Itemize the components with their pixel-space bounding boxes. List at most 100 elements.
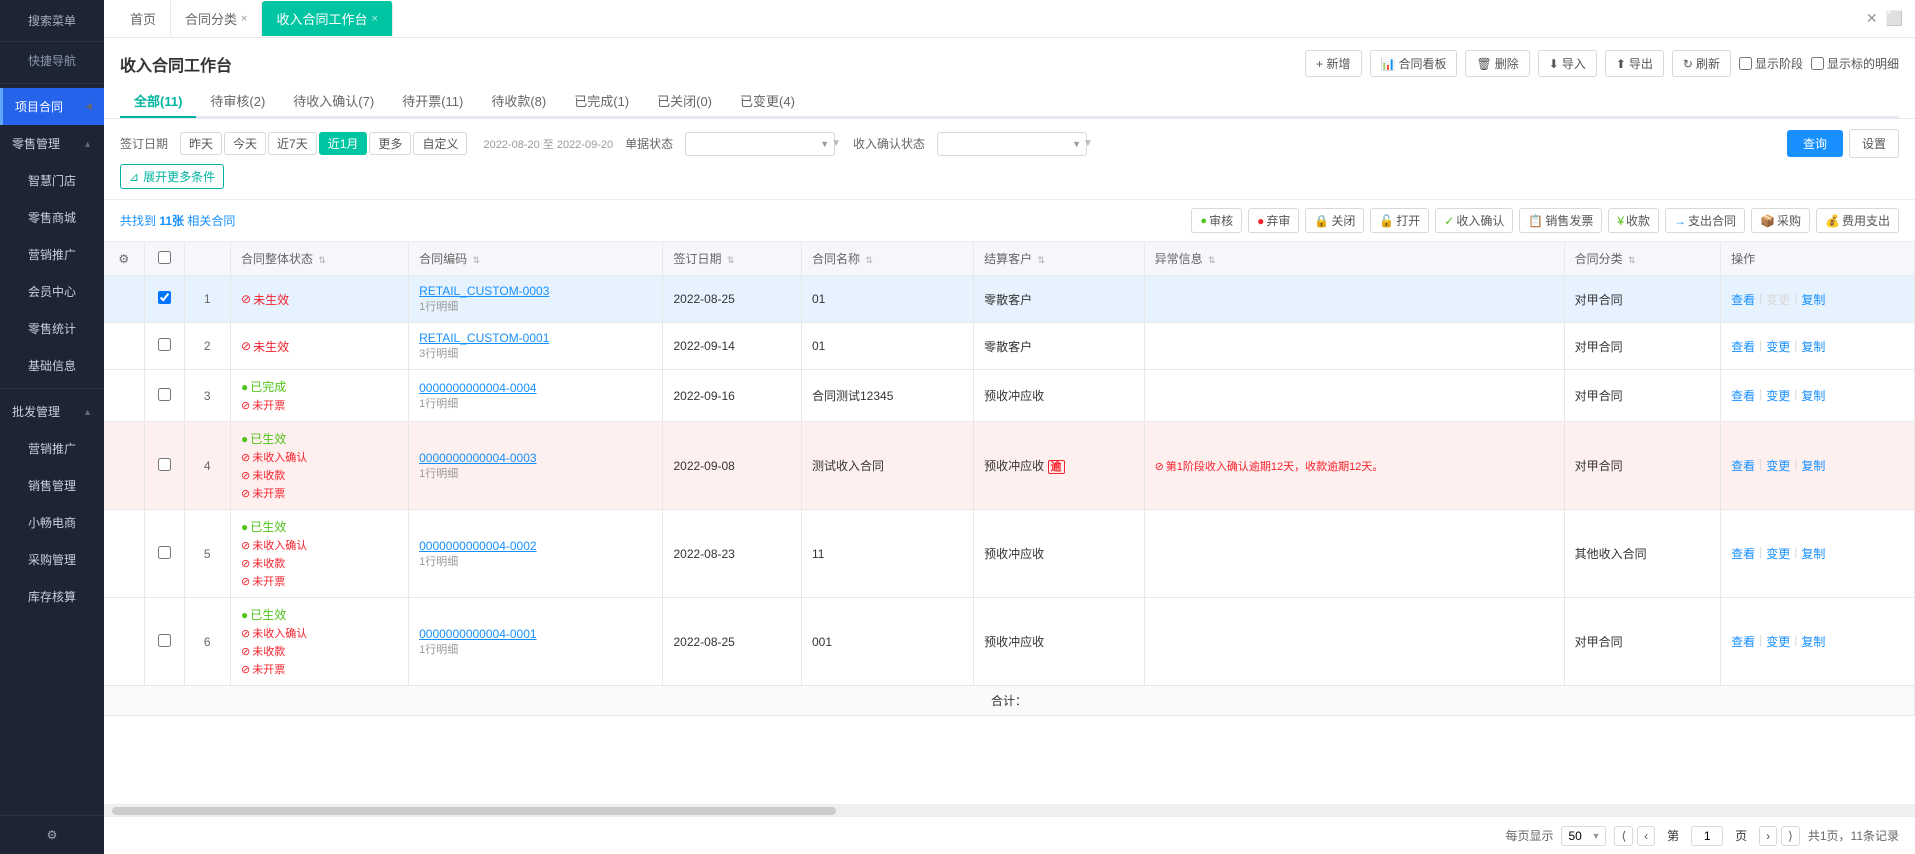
contract-link-4[interactable]: 0000000000004-0003 [419, 451, 652, 465]
purchase-button[interactable]: 📦 采购 [1751, 208, 1810, 233]
sidebar-item-inventory[interactable]: 库存核算 [0, 578, 104, 615]
sales-invoice-button[interactable]: 📋 销售发票 [1519, 208, 1602, 233]
op-view-6[interactable]: 查看 [1731, 633, 1755, 650]
status-tab-completed[interactable]: 已完成(1) [560, 85, 643, 118]
status-tab-pending-income-confirm[interactable]: 待收入确认(7) [279, 85, 388, 118]
sidebar-item-sales-promo[interactable]: 营销推广 [0, 430, 104, 467]
row-checkbox-2[interactable] [144, 323, 184, 370]
tab-home[interactable]: 首页 [116, 1, 171, 36]
status-tab-pending-payment[interactable]: 待收款(8) [477, 85, 560, 118]
col-contract-category[interactable]: 合同分类 ⇅ [1564, 242, 1720, 276]
row-checkbox-4[interactable] [144, 422, 184, 510]
sidebar-item-marketing[interactable]: 营销推广 [0, 236, 104, 273]
doc-status-select[interactable] [685, 132, 835, 156]
tab-contract-cat[interactable]: 合同分类 × [171, 1, 262, 36]
col-contract-name[interactable]: 合同名称 ⇅ [802, 242, 974, 276]
page-last-btn[interactable]: ⟩ [1781, 826, 1800, 846]
op-copy-4[interactable]: 复制 [1801, 457, 1825, 474]
date-btn-more[interactable]: 更多 [369, 132, 411, 155]
date-btn-today[interactable]: 今天 [224, 132, 266, 155]
status-tab-pending-review[interactable]: 待审核(2) [196, 85, 279, 118]
show-stage-input[interactable] [1739, 57, 1752, 70]
row-checkbox-3[interactable] [144, 370, 184, 422]
op-copy-3[interactable]: 复制 [1801, 387, 1825, 404]
op-view-3[interactable]: 查看 [1731, 387, 1755, 404]
page-first-btn[interactable]: ⟨ [1614, 826, 1633, 846]
expense-contract-button[interactable]: → 支出合同 [1665, 208, 1745, 233]
sidebar-item-retail-stats[interactable]: 零售统计 [0, 310, 104, 347]
sidebar-item-member[interactable]: 会员中心 [0, 273, 104, 310]
op-change-6[interactable]: 变更 [1766, 633, 1790, 650]
sidebar-item-retail-mall[interactable]: 零售商城 [0, 199, 104, 236]
contract-link-6[interactable]: 0000000000004-0001 [419, 627, 652, 641]
window-maximize-btn[interactable]: ⬜ [1886, 10, 1903, 27]
op-view-1[interactable]: 查看 [1731, 291, 1755, 308]
open-button[interactable]: 🔓 打开 [1370, 208, 1429, 233]
page-number-input[interactable] [1691, 826, 1723, 846]
contract-link-3[interactable]: 0000000000004-0004 [419, 381, 652, 395]
show-stage-checkbox[interactable]: 显示阶段 [1739, 55, 1803, 72]
op-view-4[interactable]: 查看 [1731, 457, 1755, 474]
op-change-3[interactable]: 变更 [1766, 387, 1790, 404]
col-contract-status[interactable]: 合同整体状态 ⇅ [231, 242, 409, 276]
page-prev-btn[interactable]: ‹ [1637, 826, 1655, 846]
op-copy-5[interactable]: 复制 [1801, 545, 1825, 562]
expense-out-button[interactable]: 💰 费用支出 [1816, 208, 1899, 233]
contract-link-5[interactable]: 0000000000004-0002 [419, 539, 652, 553]
row-checkbox-input-2[interactable] [158, 338, 171, 351]
new-button[interactable]: + 新增 [1305, 50, 1361, 77]
export-button[interactable]: ⬆ 导出 [1605, 50, 1664, 77]
sidebar-quick-nav[interactable]: 快捷导航 [0, 42, 104, 79]
expand-conditions-btn[interactable]: ⊿ 展开更多条件 [120, 164, 224, 189]
date-btn-7days[interactable]: 近7天 [268, 132, 317, 155]
op-view-2[interactable]: 查看 [1731, 338, 1755, 355]
scrollbar-thumb[interactable] [112, 807, 836, 815]
sidebar-item-purchase-mgmt[interactable]: 采购管理 [0, 541, 104, 578]
import-button[interactable]: ⬇ 导入 [1538, 50, 1597, 77]
audit-button[interactable]: ● 审核 [1191, 208, 1242, 233]
row-checkbox-input-6[interactable] [158, 634, 171, 647]
date-btn-1month[interactable]: 近1月 [319, 132, 368, 155]
row-checkbox-1[interactable] [144, 276, 184, 323]
tab-contract-cat-close[interactable]: × [241, 13, 247, 25]
sidebar-item-batch-mgmt[interactable]: 批发管理 ▲ [0, 393, 104, 430]
status-tab-all[interactable]: 全部(11) [120, 85, 196, 118]
col-checkbox[interactable] [144, 242, 184, 276]
sidebar-item-smart-store[interactable]: 智慧门店 [0, 162, 104, 199]
collect-button[interactable]: ¥ 收款 [1608, 208, 1659, 233]
status-tab-changed[interactable]: 已变更(4) [726, 85, 809, 118]
contract-link-2[interactable]: RETAIL_CUSTOM-0001 [419, 331, 652, 345]
tab-income-workbench[interactable]: 收入合同工作台 × [262, 1, 392, 36]
tab-income-workbench-close[interactable]: × [371, 13, 377, 25]
window-close-btn[interactable]: ✕ [1866, 10, 1878, 27]
col-settlement-customer[interactable]: 结算客户 ⇅ [974, 242, 1144, 276]
abandon-button[interactable]: ● 弃审 [1248, 208, 1299, 233]
op-copy-1[interactable]: 复制 [1801, 291, 1825, 308]
row-checkbox-input-3[interactable] [158, 388, 171, 401]
row-checkbox-input-4[interactable] [158, 458, 171, 471]
filter-settings-button[interactable]: 设置 [1849, 129, 1899, 158]
op-copy-2[interactable]: 复制 [1801, 338, 1825, 355]
query-button[interactable]: 查询 [1787, 130, 1843, 157]
page-next-btn[interactable]: › [1759, 826, 1777, 846]
op-change-5[interactable]: 变更 [1766, 545, 1790, 562]
sidebar-item-retail-mgmt[interactable]: 零售管理 ▲ [0, 125, 104, 162]
row-checkbox-5[interactable] [144, 510, 184, 598]
col-contract-code[interactable]: 合同编码 ⇅ [409, 242, 663, 276]
sidebar-item-sales-mgmt[interactable]: 销售管理 [0, 467, 104, 504]
status-tab-pending-invoice[interactable]: 待开票(11) [388, 85, 477, 118]
col-abnormal-info[interactable]: 异常信息 ⇅ [1144, 242, 1564, 276]
select-all-checkbox[interactable] [158, 251, 171, 264]
sidebar-settings[interactable]: ⚙ [0, 815, 104, 854]
op-view-5[interactable]: 查看 [1731, 545, 1755, 562]
show-detail-checkbox[interactable]: 显示标的明细 [1811, 55, 1899, 72]
refresh-button[interactable]: ↻ 刷新 [1672, 50, 1731, 77]
op-change-4[interactable]: 变更 [1766, 457, 1790, 474]
horizontal-scrollbar[interactable] [104, 804, 1915, 816]
date-btn-yesterday[interactable]: 昨天 [180, 132, 222, 155]
sidebar-item-basic-info[interactable]: 基础信息 [0, 347, 104, 384]
status-tab-closed[interactable]: 已关闭(0) [643, 85, 726, 118]
date-btn-custom[interactable]: 自定义 [413, 132, 467, 155]
sidebar-item-xiaochangEC[interactable]: 小畅电商 [0, 504, 104, 541]
op-change-2[interactable]: 变更 [1766, 338, 1790, 355]
